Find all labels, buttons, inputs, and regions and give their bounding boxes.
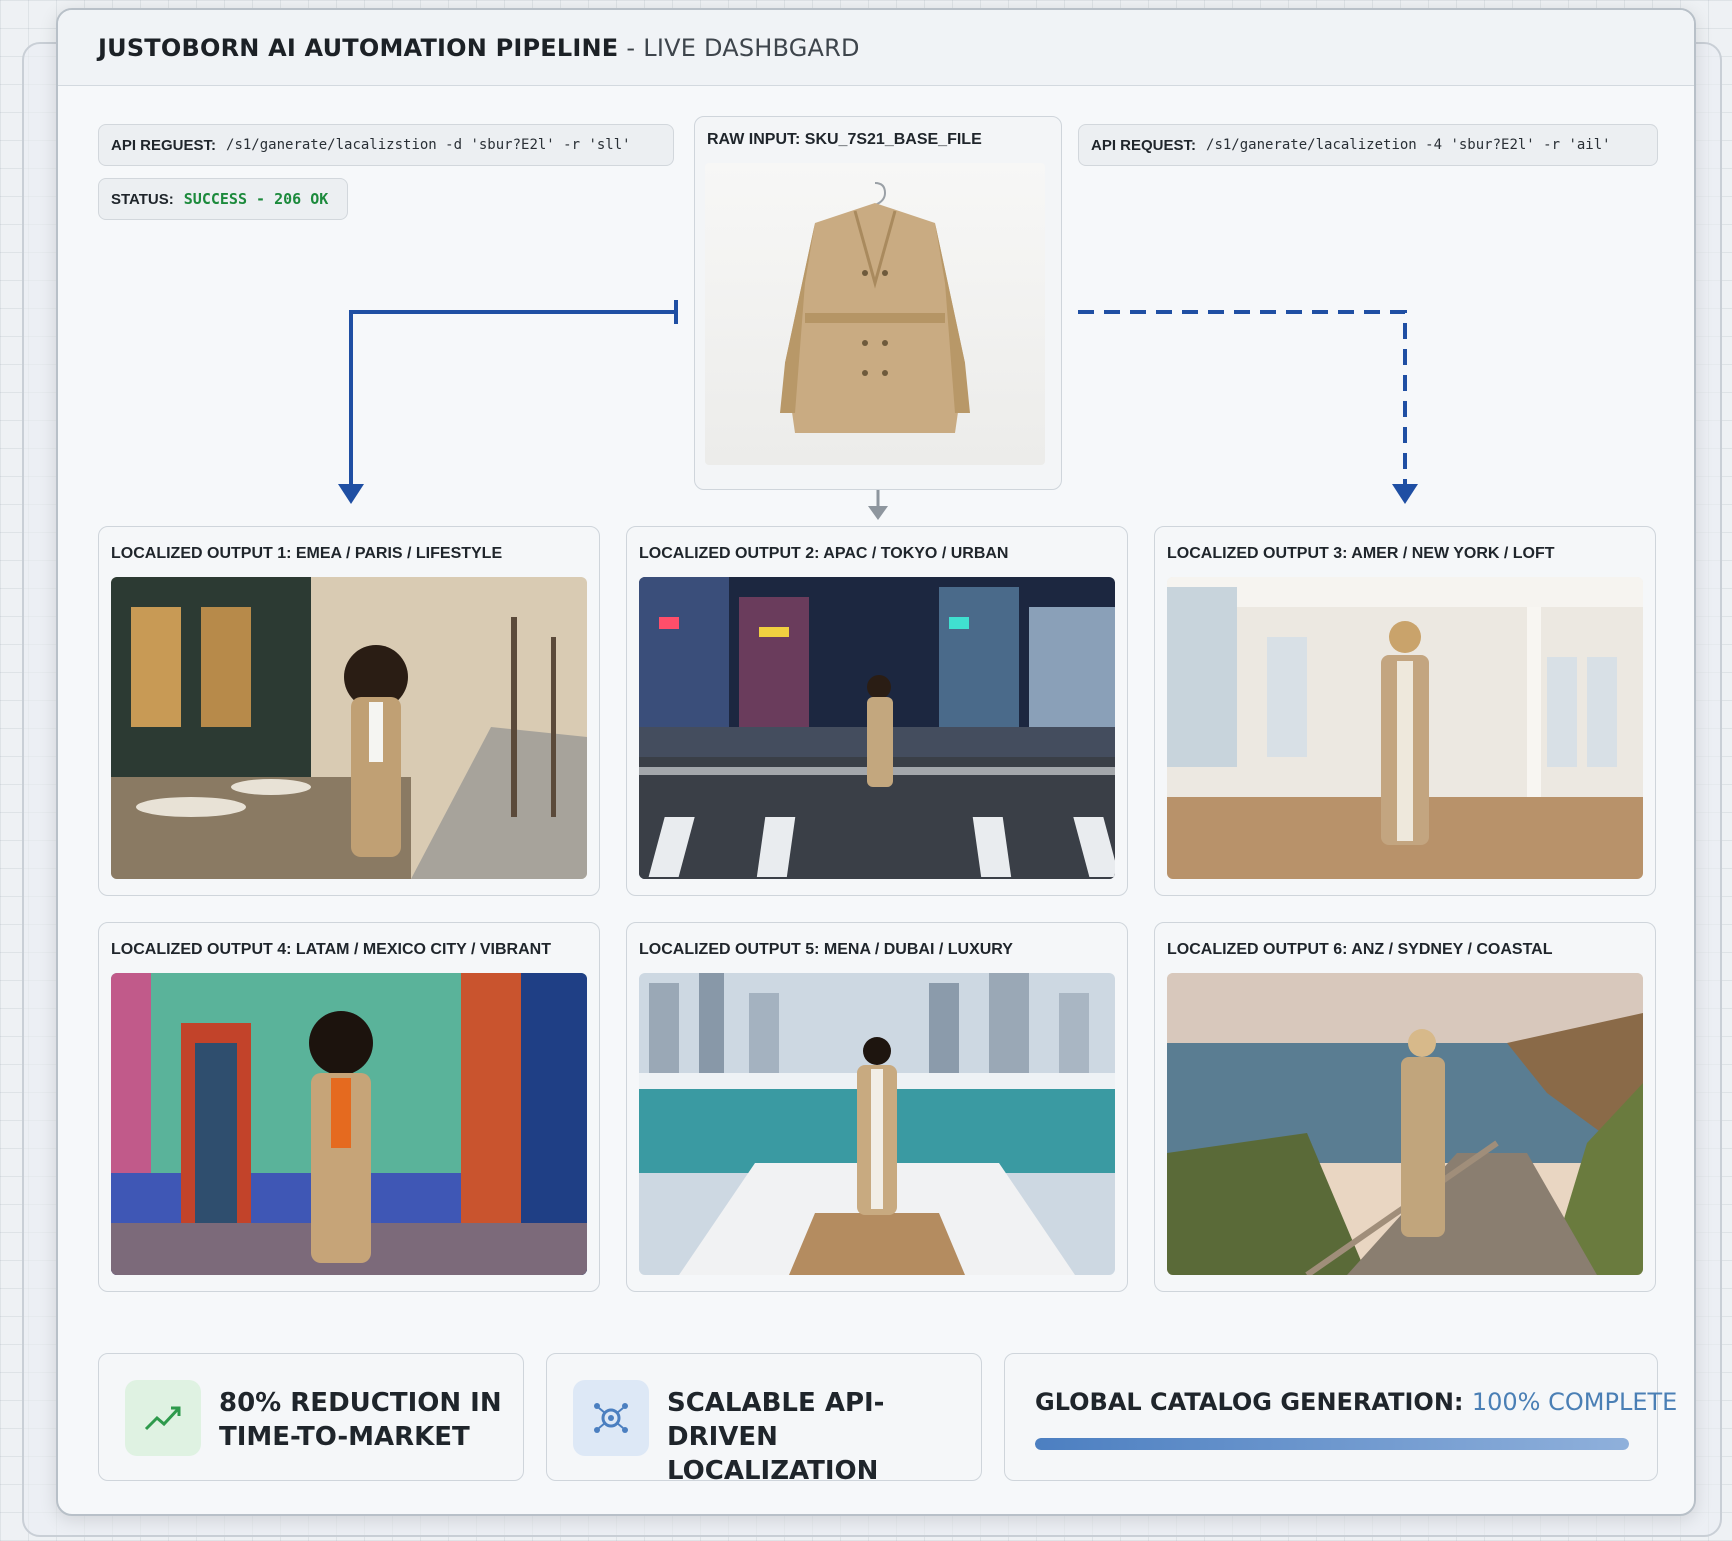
arrow-to-output-2 <box>868 486 888 520</box>
api-request-right-key: API REQUEST: <box>1091 136 1197 154</box>
output-label-5: LOCALIZED OUTPUT 5: MENA / DUBAI / LUXUR… <box>639 941 1013 958</box>
progress-bar <box>1035 1438 1629 1450</box>
output-photo-paris <box>111 577 587 879</box>
progress-value-text: 100% COMPLETE <box>1471 1388 1678 1416</box>
output-label-1: LOCALIZED OUTPUT 1: EMEA / PARIS / LIFES… <box>111 545 503 562</box>
stat-progress: GLOBAL CATALOG GENERATION: 100% COMPLETE <box>1004 1353 1677 1481</box>
arrow-to-output-3 <box>1078 310 1418 504</box>
raw-input-label: RAW INPUT: SKU_7S21_BASE_FILE <box>707 131 982 148</box>
output-label-6: LOCALIZED OUTPUT 6: ANZ / SYDNEY / COAST… <box>1167 941 1553 958</box>
progress-bar-fill <box>1035 1438 1629 1450</box>
trend-up-icon <box>125 1380 201 1456</box>
output-photo-new-york <box>1167 577 1643 879</box>
trench-coat-image <box>705 163 1045 465</box>
api-request-left-value: /s1/ganerate/lacalizstion -d 'sbur?E2l' … <box>226 137 631 153</box>
output-label-3: LOCALIZED OUTPUT 3: AMER / NEW YORK / LO… <box>1167 545 1555 562</box>
output-photo-mexico-city <box>111 973 587 1275</box>
stat-reduction-line1: 80% REDUCTION IN <box>219 1388 502 1418</box>
dashboard-window: JUSTOBORN AI AUTOMATION PIPELINE - LIVE … <box>56 8 1696 1516</box>
arrow-to-output-1 <box>338 300 678 504</box>
output-card-3[interactable]: LOCALIZED OUTPUT 3: AMER / NEW YORK / LO… <box>1154 526 1656 896</box>
output-photo-dubai <box>639 973 1115 1275</box>
output-card-5[interactable]: LOCALIZED OUTPUT 5: MENA / DUBAI / LUXUR… <box>626 922 1128 1292</box>
stat-reduction-text: 80% REDUCTION IN TIME-TO-MARKET <box>219 1386 519 1454</box>
output-photo-tokyo <box>639 577 1115 879</box>
status-key: STATUS: <box>111 190 174 208</box>
output-card-2[interactable]: LOCALIZED OUTPUT 2: APAC / TOKYO / URBAN <box>626 526 1128 896</box>
api-request-left: API REGUEST: /s1/ganerate/lacalizstion -… <box>98 124 674 166</box>
api-request-right-value: /s1/ganerate/lacalizetion -4 'sbur?E2l' … <box>1206 137 1611 153</box>
stat-scalable: SCALABLE API-DRIVEN LOCALIZATION <box>546 1353 982 1486</box>
stat-reduction: 80% REDUCTION IN TIME-TO-MARKET <box>98 1353 524 1481</box>
stat-scalable-line1: SCALABLE API-DRIVEN <box>667 1388 885 1452</box>
progress-label: GLOBAL CATALOG GENERATION: 100% COMPLETE <box>1035 1388 1677 1416</box>
output-photo-sydney <box>1167 973 1643 1275</box>
stat-scalable-text: SCALABLE API-DRIVEN LOCALIZATION <box>667 1386 967 1488</box>
stat-scalable-line2: LOCALIZATION <box>667 1456 879 1486</box>
status-chip: STATUS: SUCCESS - 206 OK <box>98 178 348 220</box>
output-card-6[interactable]: LOCALIZED OUTPUT 6: ANZ / SYDNEY / COAST… <box>1154 922 1656 1292</box>
api-request-right: API REQUEST: /s1/ganerate/lacalizetion -… <box>1078 124 1658 166</box>
output-card-1[interactable]: LOCALIZED OUTPUT 1: EMEA / PARIS / LIFES… <box>98 526 600 896</box>
output-label-2: LOCALIZED OUTPUT 2: APAC / TOKYO / URBAN <box>639 545 1009 562</box>
api-request-left-key: API REGUEST: <box>111 136 217 154</box>
stat-reduction-line2: TIME-TO-MARKET <box>219 1422 470 1452</box>
output-label-4: LOCALIZED OUTPUT 4: LATAM / MEXICO CITY … <box>111 941 551 958</box>
raw-input-card[interactable]: RAW INPUT: SKU_7S21_BASE_FILE <box>694 116 1062 490</box>
network-gear-icon <box>573 1380 649 1456</box>
progress-title: GLOBAL CATALOG GENERATION: <box>1035 1388 1464 1416</box>
status-value: SUCCESS - 206 OK <box>183 190 329 208</box>
output-card-4[interactable]: LOCALIZED OUTPUT 4: LATAM / MEXICO CITY … <box>98 922 600 1292</box>
